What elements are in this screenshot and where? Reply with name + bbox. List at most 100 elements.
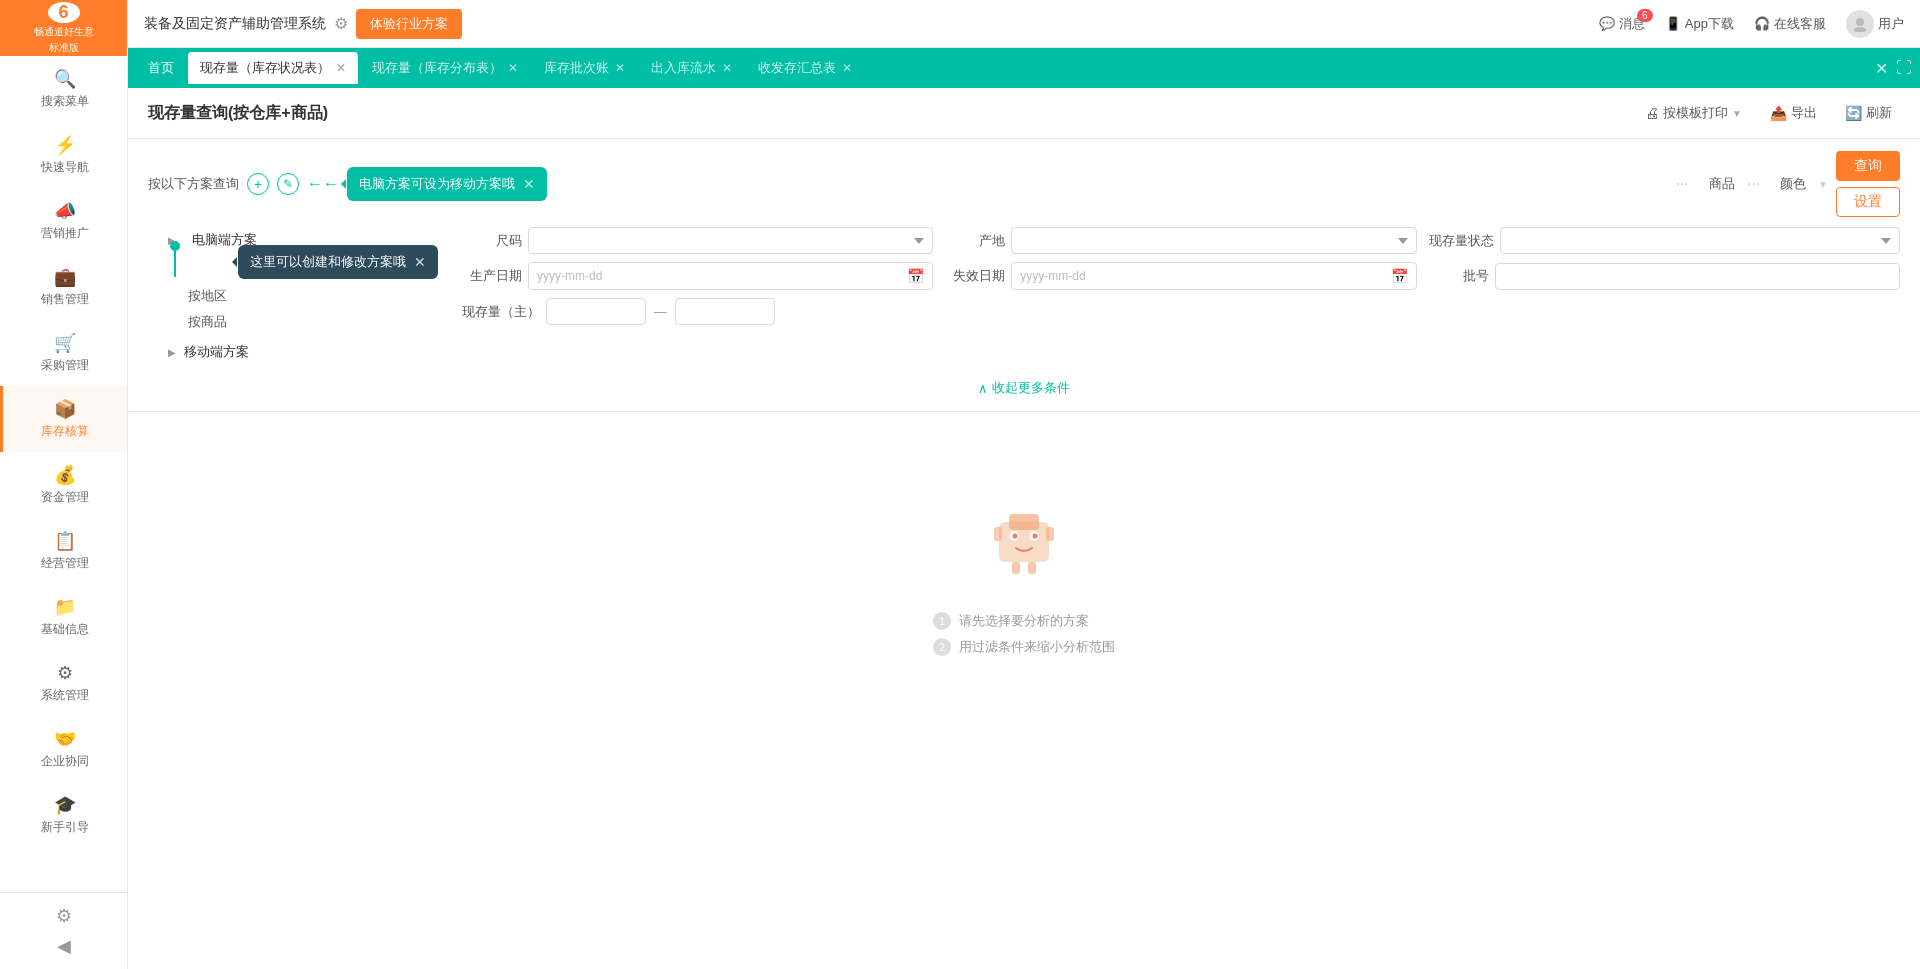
settings-icon[interactable]: ⚙ (56, 905, 72, 927)
operations-icon: 📋 (54, 530, 76, 552)
tab-collection-summary[interactable]: 收发存汇总表 ✕ (746, 52, 864, 84)
scheme-region-label: 按地区 (188, 287, 227, 305)
tab-home-label: 首页 (148, 59, 174, 77)
tab-close-inventory-dist[interactable]: ✕ (508, 61, 518, 75)
marketing-icon: 📣 (54, 200, 76, 222)
filter-fields-area: 尺码 产地 (462, 227, 1900, 333)
origin-select[interactable] (1011, 227, 1416, 254)
more-dots-warehouse[interactable]: ··· (1671, 175, 1692, 193)
tooltip2-wrapper: 这里可以创建和修改方案哦 ✕ (228, 245, 438, 279)
sidebar-item-label: 系统管理 (41, 687, 89, 704)
calendar-icon-prod-start[interactable]: 📅 (907, 268, 924, 284)
tab-close-collection-summary[interactable]: ✕ (842, 61, 852, 75)
sidebar-item-basic[interactable]: 📁 基础信息 (0, 584, 127, 650)
tab-in-out-flow[interactable]: 出入库流水 ✕ (639, 52, 744, 84)
tooltip-text-1: 电脑方案可设为移动方案哦 (359, 175, 515, 193)
tab-inventory-batch-label: 库存批次账 (544, 59, 609, 77)
edit-scheme-btn[interactable]: ✎ (277, 173, 299, 195)
scheme-tree: ▶ 电脑端方案 这里可以创建和修改方案哦 ✕ 按地区 (168, 227, 438, 365)
stock-qty-label: 现存量（主） (462, 303, 540, 321)
empty-step-2: 2 用过滤条件来缩小分析范围 (933, 638, 1115, 656)
stock-qty-max-input[interactable] (675, 298, 775, 325)
sidebar-item-finance[interactable]: 💰 资金管理 (0, 452, 127, 518)
sidebar-item-operations[interactable]: 📋 经营管理 (0, 518, 127, 584)
tab-bar: 首页 现存量（库存状况表） ✕ 现存量（库存分布表） ✕ 库存批次账 ✕ 出入库… (128, 48, 1920, 88)
tab-inventory-batch[interactable]: 库存批次账 ✕ (532, 52, 637, 84)
user-btn[interactable]: 用户 (1846, 10, 1904, 38)
step-2-text: 用过滤条件来缩小分析范围 (959, 638, 1115, 656)
reset-btn[interactable]: 设置 (1836, 187, 1900, 217)
sidebar-item-label: 搜索菜单 (41, 93, 89, 110)
step-2-num: 2 (933, 638, 951, 656)
stock-status-select[interactable] (1500, 227, 1900, 254)
sidebar-item-marketing[interactable]: 📣 营销推广 (0, 188, 127, 254)
export-label: 导出 (1791, 104, 1817, 122)
tab-close-all-icon[interactable]: ✕ (1875, 59, 1888, 78)
query-btn[interactable]: 查询 (1836, 151, 1900, 181)
tab-close-inventory-status[interactable]: ✕ (336, 61, 346, 75)
tab-expand-icon[interactable]: ⛶ (1896, 59, 1912, 77)
sidebar-item-quicknav[interactable]: ⚡ 快速导航 (0, 122, 127, 188)
svg-rect-11 (1028, 562, 1036, 574)
sidebar-item-label: 企业协同 (41, 753, 89, 770)
scheme-item-region[interactable]: 按地区 (188, 283, 438, 309)
trial-button[interactable]: 体验行业方案 (356, 9, 462, 39)
empty-illustration (974, 492, 1074, 592)
svg-point-0 (1856, 18, 1864, 26)
sidebar-item-inventory[interactable]: 📦 库存核算 (0, 386, 127, 452)
scheme-item-goods[interactable]: 按商品 (188, 309, 438, 335)
scheme-mobile[interactable]: ▶ 移动端方案 (168, 339, 438, 365)
tooltip2-close-btn[interactable]: ✕ (414, 254, 426, 270)
tab-close-inventory-batch[interactable]: ✕ (615, 61, 625, 75)
brand-version: 标准版 (49, 41, 79, 55)
tab-close-in-out-flow[interactable]: ✕ (722, 61, 732, 75)
exp-date-start-input[interactable]: yyyy-mm-dd 📅 (1011, 262, 1416, 290)
sidebar-item-label: 基础信息 (41, 621, 89, 638)
support-btn[interactable]: 🎧 在线客服 (1754, 15, 1826, 33)
svg-point-6 (1013, 534, 1018, 539)
app-download-btn[interactable]: 📱 App下载 (1665, 15, 1734, 33)
prod-date-start-input[interactable]: yyyy-mm-dd 📅 (528, 262, 933, 290)
batch-input[interactable] (1495, 263, 1900, 290)
sidebar-item-enterprise[interactable]: 🤝 企业协同 (0, 716, 127, 782)
size-label: 尺码 (462, 232, 522, 250)
tab-inventory-dist[interactable]: 现存量（库存分布表） ✕ (360, 52, 530, 84)
tab-home[interactable]: 首页 (136, 52, 186, 84)
tab-in-out-flow-label: 出入库流水 (651, 59, 716, 77)
filter-row-3: 现存量（主） — (462, 298, 1900, 325)
calendar-icon-exp-start[interactable]: 📅 (1391, 268, 1408, 284)
sidebar: 6 畅通道好生意 标准版 🔍 搜索菜单 ⚡ 快速导航 📣 营销推广 💼 销售管理… (0, 0, 128, 969)
add-scheme-btn[interactable]: + (247, 173, 269, 195)
collapse-label: 收起更多条件 (992, 379, 1070, 397)
collapse-icon[interactable]: ◀ (57, 935, 71, 957)
sidebar-item-sales[interactable]: 💼 销售管理 (0, 254, 127, 320)
page-actions: 🖨 按模板打印 ▼ 📤 导出 🔄 刷新 (1637, 100, 1900, 126)
tooltip1-close-btn[interactable]: ✕ (523, 176, 535, 192)
app-label: App下载 (1685, 15, 1734, 33)
tab-inventory-status-label: 现存量（库存状况表） (200, 59, 330, 77)
print-dropdown-icon[interactable]: ▼ (1732, 108, 1742, 119)
filter-row-1: 尺码 产地 (462, 227, 1900, 254)
sidebar-item-system[interactable]: ⚙ 系统管理 (0, 650, 127, 716)
size-select[interactable] (528, 227, 933, 254)
export-icon: 📤 (1770, 105, 1787, 121)
scheme-goods-label: 按商品 (188, 313, 227, 331)
purchase-icon: 🛒 (54, 332, 76, 354)
back-arrow-icon[interactable]: ←← (307, 175, 339, 193)
sidebar-item-guide[interactable]: 🎓 新手引导 (0, 782, 127, 848)
messages-btn[interactable]: 💬 消息 6 (1599, 15, 1645, 33)
page-header: 现存量查询(按仓库+商品) 🖨 按模板打印 ▼ 📤 导出 🔄 刷新 (128, 88, 1920, 139)
sidebar-item-search[interactable]: 🔍 搜索菜单 (0, 56, 127, 122)
stock-qty-min-input[interactable] (546, 298, 646, 325)
messages-icon: 💬 (1599, 16, 1615, 31)
collapse-btn[interactable]: ∧ 收起更多条件 (978, 379, 1070, 397)
refresh-btn[interactable]: 🔄 刷新 (1837, 100, 1900, 126)
template-print-btn[interactable]: 🖨 按模板打印 ▼ (1637, 100, 1750, 126)
header-gear-icon[interactable]: ⚙ (334, 14, 348, 33)
export-btn[interactable]: 📤 导出 (1762, 100, 1825, 126)
more-dots-goods[interactable]: ··· (1743, 175, 1764, 193)
sidebar-item-purchase[interactable]: 🛒 采购管理 (0, 320, 127, 386)
tab-inventory-status[interactable]: 现存量（库存状况表） ✕ (188, 52, 358, 84)
page-title: 现存量查询(按仓库+商品) (148, 103, 328, 124)
goods-label-header: 商品 (1709, 175, 1735, 193)
